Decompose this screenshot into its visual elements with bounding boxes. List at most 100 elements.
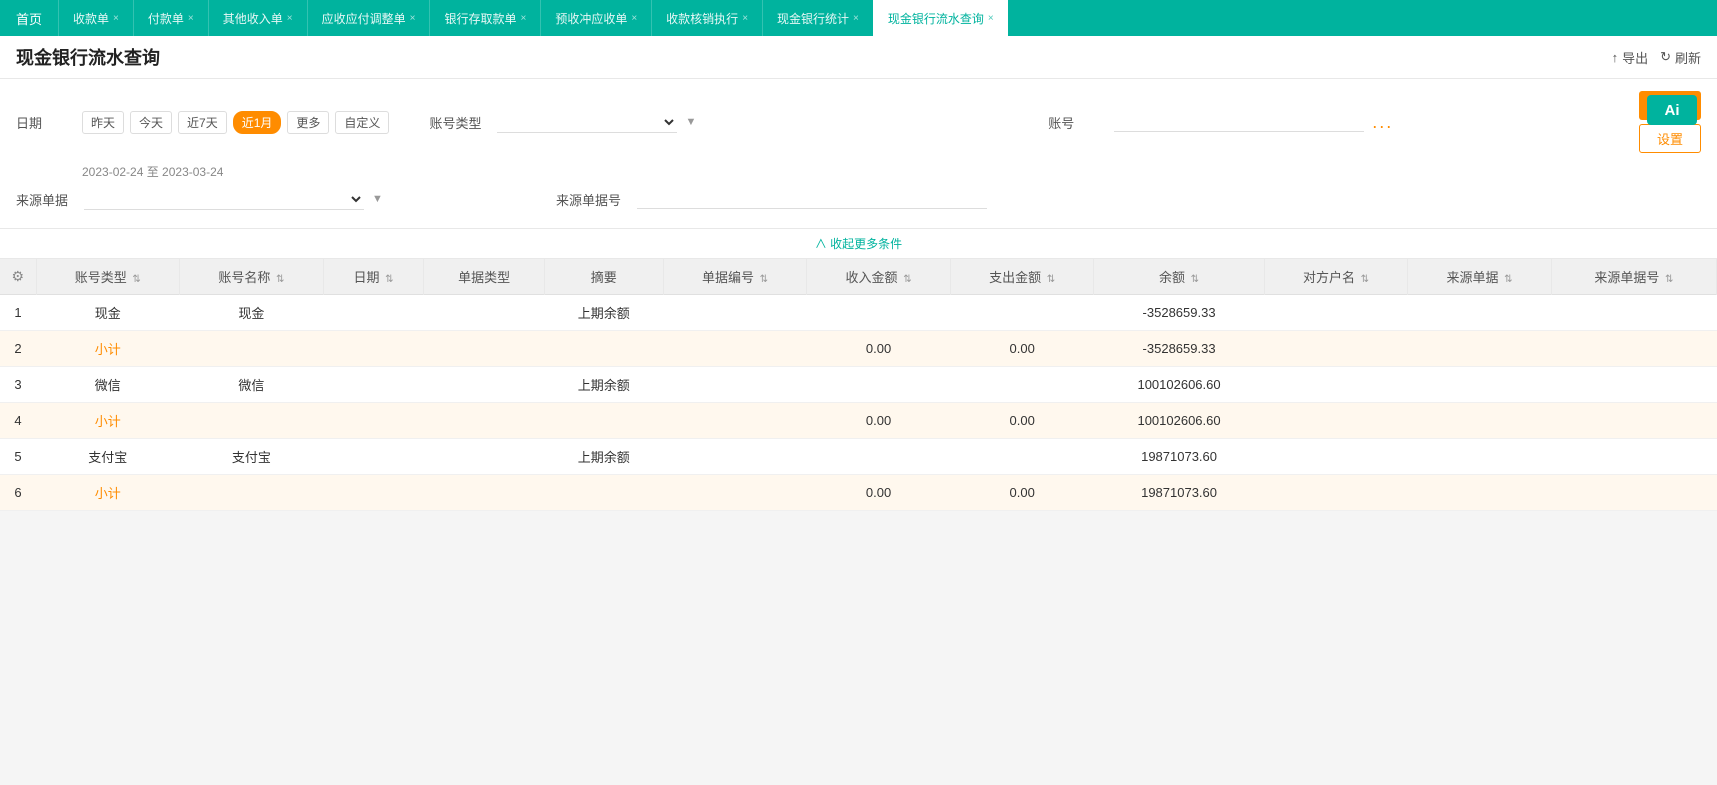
table-cell: 19871073.60 xyxy=(1094,475,1264,511)
col-balance[interactable]: 余额 ⇅ xyxy=(1094,259,1264,295)
date-btn-today[interactable]: 今天 xyxy=(130,111,172,134)
col-summary: 摘要 xyxy=(544,259,663,295)
close-icon-7[interactable]: × xyxy=(853,13,859,24)
sort-icon-date: ⇅ xyxy=(385,274,393,285)
refresh-button[interactable]: ↻ 刷新 xyxy=(1660,48,1701,67)
nav-tab-7[interactable]: 现金银行统计 × xyxy=(762,0,873,36)
collapse-icon: ∧ xyxy=(815,237,830,251)
table-cell: 19871073.60 xyxy=(1094,439,1264,475)
source-doc-label: 来源单据 xyxy=(16,190,68,209)
nav-tab-label-4: 银行存取款单 xyxy=(444,10,516,27)
col-date[interactable]: 日期 ⇅ xyxy=(323,259,424,295)
col-counterparty[interactable]: 对方户名 ⇅ xyxy=(1264,259,1408,295)
nav-tab-1[interactable]: 付款单 × xyxy=(133,0,208,36)
date-section: 日期 昨天 今天 近7天 近1月 更多 自定义 xyxy=(16,111,389,134)
nav-tab-3[interactable]: 应收应付调整单 × xyxy=(307,0,430,36)
date-btn-custom[interactable]: 自定义 xyxy=(335,111,389,134)
close-icon-2[interactable]: × xyxy=(287,13,293,24)
date-buttons: 昨天 今天 近7天 近1月 更多 自定义 xyxy=(82,111,389,134)
table-cell: -3528659.33 xyxy=(1094,331,1264,367)
source-doc-field: 来源单据 ▼ xyxy=(16,188,536,210)
nav-tab-2[interactable]: 其他收入单 × xyxy=(208,0,307,36)
table-cell: 微信 xyxy=(180,367,324,403)
nav-tab-label-0: 收款单 xyxy=(73,10,109,27)
table-cell: 0.00 xyxy=(807,475,951,511)
table-cell xyxy=(424,439,544,475)
col-expense-label: 支出金额 xyxy=(989,270,1041,285)
date-label: 日期 xyxy=(16,113,66,132)
ai-badge[interactable]: Ai xyxy=(1647,95,1697,125)
date-btn-1month[interactable]: 近1月 xyxy=(233,111,282,134)
nav-home[interactable]: 首页 xyxy=(0,0,58,36)
ai-label: Ai xyxy=(1665,102,1680,119)
source-doc-select[interactable] xyxy=(84,188,364,210)
col-gear[interactable]: ⚙ xyxy=(0,259,36,295)
table-cell xyxy=(544,331,663,367)
table-cell xyxy=(1551,403,1716,439)
col-doc-no-label: 单据编号 xyxy=(702,270,754,285)
source-doc-num-input[interactable] xyxy=(637,189,987,209)
table-cell xyxy=(663,331,807,367)
table-cell xyxy=(1264,331,1408,367)
settings-button[interactable]: 设置 xyxy=(1639,124,1701,153)
nav-tab-8[interactable]: 现金银行流水查询 × xyxy=(873,0,1008,36)
close-icon-1[interactable]: × xyxy=(188,13,194,24)
table-cell: 小计 xyxy=(36,331,180,367)
export-button[interactable]: ↑ 导出 xyxy=(1612,48,1649,67)
close-icon-6[interactable]: × xyxy=(742,13,748,24)
gear-settings-icon[interactable]: ⚙ xyxy=(11,268,24,285)
date-btn-more[interactable]: 更多 xyxy=(287,111,329,134)
col-balance-label: 余额 xyxy=(1159,270,1185,285)
account-input[interactable] xyxy=(1114,112,1364,132)
sort-icon-counterparty: ⇅ xyxy=(1361,274,1369,285)
close-icon-4[interactable]: × xyxy=(520,13,526,24)
table-cell: 100102606.60 xyxy=(1094,403,1264,439)
nav-tab-label-8: 现金银行流水查询 xyxy=(888,10,984,27)
table-cell xyxy=(807,439,951,475)
table-cell xyxy=(1408,439,1552,475)
col-expense[interactable]: 支出金额 ⇅ xyxy=(950,259,1094,295)
col-account-type[interactable]: 账号类型 ⇅ xyxy=(36,259,180,295)
table-cell xyxy=(180,475,324,511)
col-source-doc-no[interactable]: 来源单据号 ⇅ xyxy=(1551,259,1716,295)
table-cell xyxy=(663,367,807,403)
close-icon-3[interactable]: × xyxy=(410,13,416,24)
nav-tab-4[interactable]: 银行存取款单 × xyxy=(429,0,540,36)
account-dots-button[interactable]: ... xyxy=(1372,112,1393,133)
sort-icon-expense: ⇅ xyxy=(1047,274,1055,285)
table-cell xyxy=(1551,295,1716,331)
nav-tab-6[interactable]: 收款核销执行 × xyxy=(651,0,762,36)
table-cell xyxy=(1408,295,1552,331)
col-income[interactable]: 收入金额 ⇅ xyxy=(807,259,951,295)
table-cell: 0.00 xyxy=(950,331,1094,367)
nav-tab-0[interactable]: 收款单 × xyxy=(58,0,133,36)
table-cell xyxy=(1408,331,1552,367)
close-icon-8[interactable]: × xyxy=(988,13,994,24)
account-label: 账号 xyxy=(1048,113,1098,132)
table-cell xyxy=(544,403,663,439)
collapse-bar[interactable]: ∧ 收起更多条件 xyxy=(0,229,1717,259)
account-type-select[interactable] xyxy=(497,111,677,133)
col-account-name[interactable]: 账号名称 ⇅ xyxy=(180,259,324,295)
close-icon-5[interactable]: × xyxy=(631,13,637,24)
col-account-name-label: 账号名称 xyxy=(218,270,270,285)
nav-tab-5[interactable]: 预收冲应收单 × xyxy=(540,0,651,36)
table-cell xyxy=(180,403,324,439)
date-btn-yesterday[interactable]: 昨天 xyxy=(82,111,124,134)
table-row: 6小计0.000.0019871073.60 xyxy=(0,475,1717,511)
col-account-type-label: 账号类型 xyxy=(75,270,127,285)
export-label: 导出 xyxy=(1622,48,1648,67)
table-cell xyxy=(950,295,1094,331)
table-cell xyxy=(950,367,1094,403)
sort-icon-income: ⇅ xyxy=(903,274,911,285)
table-cell: 1 xyxy=(0,295,36,331)
col-doc-no[interactable]: 单据编号 ⇅ xyxy=(663,259,807,295)
close-icon-0[interactable]: × xyxy=(113,13,119,24)
table-cell xyxy=(807,367,951,403)
table-cell: 5 xyxy=(0,439,36,475)
col-summary-label: 摘要 xyxy=(591,270,617,285)
col-source-doc[interactable]: 来源单据 ⇅ xyxy=(1408,259,1552,295)
date-btn-7days[interactable]: 近7天 xyxy=(178,111,227,134)
table-cell xyxy=(424,475,544,511)
table-cell xyxy=(663,295,807,331)
